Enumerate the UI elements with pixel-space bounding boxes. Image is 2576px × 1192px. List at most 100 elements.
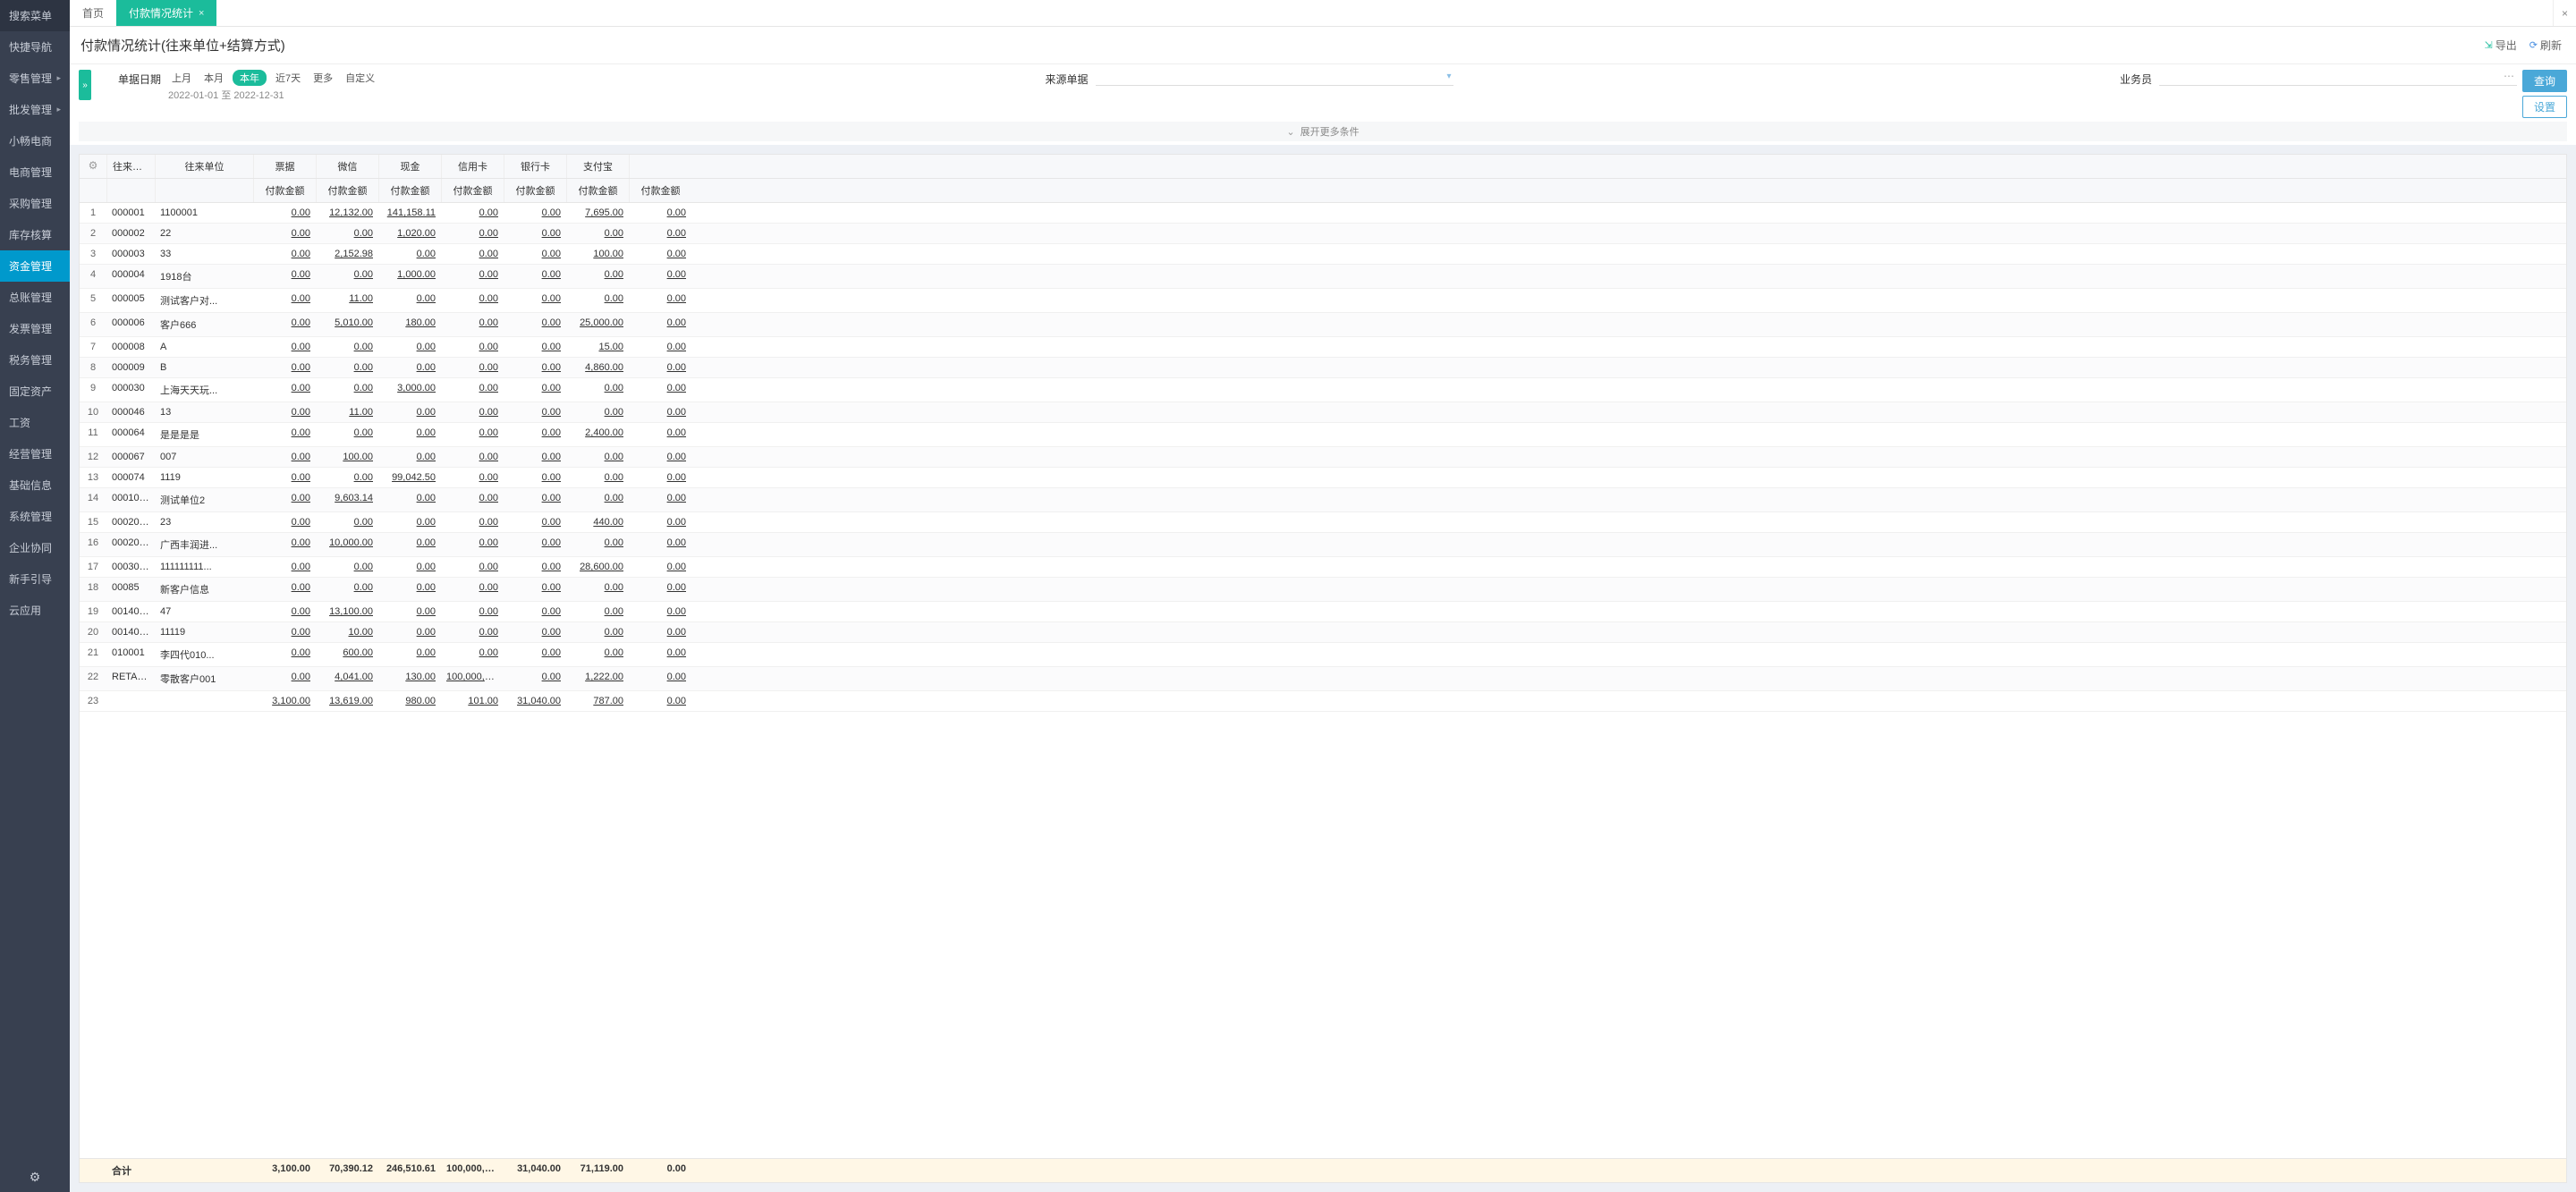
amount-cell[interactable]: 101.00	[441, 691, 504, 711]
amount-cell[interactable]: 4,860.00	[566, 358, 629, 377]
amount-cell[interactable]: 7,695.00	[566, 203, 629, 223]
amount-cell[interactable]: 0.00	[378, 337, 441, 357]
tab-close-icon[interactable]: ×	[199, 8, 204, 19]
amount-cell[interactable]: 0.00	[441, 423, 504, 446]
amount-cell[interactable]: 10,000.00	[316, 533, 378, 556]
amount-cell[interactable]: 0.00	[441, 358, 504, 377]
amount-cell[interactable]: 0.00	[504, 244, 566, 264]
amount-cell[interactable]: 0.00	[441, 402, 504, 422]
sidebar-settings[interactable]: ⚙	[0, 1162, 70, 1192]
amount-cell[interactable]: 0.00	[253, 378, 316, 402]
amount-cell[interactable]: 0.00	[253, 402, 316, 422]
amount-cell[interactable]: 0.00	[504, 378, 566, 402]
amount-cell[interactable]: 0.00	[378, 578, 441, 601]
amount-cell[interactable]: 0.00	[441, 203, 504, 223]
amount-cell[interactable]: 0.00	[504, 533, 566, 556]
amount-cell[interactable]: 0.00	[566, 488, 629, 511]
amount-cell[interactable]: 0.00	[629, 488, 691, 511]
table-row[interactable]: 5000005测试客户对...0.0011.000.000.000.000.00…	[80, 289, 2566, 313]
amount-cell[interactable]: 0.00	[441, 578, 504, 601]
amount-cell[interactable]: 100.00	[566, 244, 629, 264]
table-row[interactable]: 10000046130.0011.000.000.000.000.000.00	[80, 402, 2566, 423]
table-row[interactable]: 120000670070.00100.000.000.000.000.000.0…	[80, 447, 2566, 468]
amount-cell[interactable]: 0.00	[504, 224, 566, 243]
amount-cell[interactable]: 0.00	[441, 289, 504, 312]
date-chip-1[interactable]: 本月	[200, 70, 227, 86]
amount-cell[interactable]: 0.00	[629, 557, 691, 577]
amount-cell[interactable]: 787.00	[566, 691, 629, 711]
amount-cell[interactable]: 0.00	[504, 337, 566, 357]
amount-cell[interactable]: 0.00	[378, 447, 441, 467]
amount-cell[interactable]: 0.00	[316, 512, 378, 532]
amount-cell[interactable]: 0.00	[441, 622, 504, 642]
amount-cell[interactable]: 0.00	[504, 402, 566, 422]
amount-cell[interactable]: 1,222.00	[566, 667, 629, 690]
amount-cell[interactable]: 0.00	[253, 203, 316, 223]
amount-cell[interactable]: 3,100.00	[253, 691, 316, 711]
amount-cell[interactable]: 0.00	[629, 378, 691, 402]
amount-cell[interactable]: 0.00	[441, 447, 504, 467]
table-row[interactable]: 21010001李四代010...0.00600.000.000.000.000…	[80, 643, 2566, 667]
settings-button[interactable]: 设置	[2522, 96, 2567, 118]
amount-cell[interactable]: 0.00	[629, 643, 691, 666]
amount-cell[interactable]: 0.00	[629, 667, 691, 690]
amount-cell[interactable]: 0.00	[253, 488, 316, 511]
amount-cell[interactable]: 0.00	[629, 447, 691, 467]
amount-cell[interactable]: 0.00	[441, 602, 504, 621]
sidebar-item-4[interactable]: 小畅电商	[0, 125, 70, 156]
sidebar-item-5[interactable]: 电商管理	[0, 156, 70, 188]
amount-cell[interactable]: 0.00	[378, 602, 441, 621]
amount-cell[interactable]: 0.00	[378, 244, 441, 264]
amount-cell[interactable]: 0.00	[629, 313, 691, 336]
date-chip-4[interactable]: 更多	[309, 70, 336, 86]
table-row[interactable]: 1900140018470.0013,100.000.000.000.000.0…	[80, 602, 2566, 622]
amount-cell[interactable]: 0.00	[316, 578, 378, 601]
amount-cell[interactable]: 0.00	[566, 578, 629, 601]
sidebar-item-7[interactable]: 库存核算	[0, 219, 70, 250]
amount-cell[interactable]: 0.00	[378, 622, 441, 642]
amount-cell[interactable]: 0.00	[253, 313, 316, 336]
amount-cell[interactable]: 0.00	[253, 447, 316, 467]
amount-cell[interactable]: 0.00	[566, 468, 629, 487]
amount-cell[interactable]: 0.00	[441, 313, 504, 336]
amount-cell[interactable]: 0.00	[566, 447, 629, 467]
sidebar-item-6[interactable]: 采购管理	[0, 188, 70, 219]
amount-cell[interactable]: 0.00	[504, 447, 566, 467]
amount-cell[interactable]: 0.00	[566, 378, 629, 402]
amount-cell[interactable]: 11.00	[316, 402, 378, 422]
amount-cell[interactable]: 0.00	[316, 358, 378, 377]
date-chip-0[interactable]: 上月	[168, 70, 195, 86]
amount-cell[interactable]: 1,020.00	[378, 224, 441, 243]
amount-cell[interactable]: 0.00	[441, 643, 504, 666]
amount-cell[interactable]: 0.00	[504, 423, 566, 446]
amount-cell[interactable]: 0.00	[504, 488, 566, 511]
amount-cell[interactable]: 0.00	[378, 423, 441, 446]
amount-cell[interactable]: 0.00	[629, 265, 691, 288]
amount-cell[interactable]: 0.00	[378, 643, 441, 666]
date-chip-3[interactable]: 近7天	[272, 70, 304, 86]
amount-cell[interactable]: 0.00	[441, 557, 504, 577]
amount-cell[interactable]: 0.00	[316, 378, 378, 402]
amount-cell[interactable]: 10.00	[316, 622, 378, 642]
table-row[interactable]: 8000009B0.000.000.000.000.004,860.000.00	[80, 358, 2566, 378]
table-row[interactable]: 3000003330.002,152.980.000.000.00100.000…	[80, 244, 2566, 265]
amount-cell[interactable]: 0.00	[504, 289, 566, 312]
sidebar-item-3[interactable]: 批发管理▸	[0, 94, 70, 125]
table-settings-icon[interactable]: ⚙	[80, 155, 106, 178]
amount-cell[interactable]: 440.00	[566, 512, 629, 532]
amount-cell[interactable]: 0.00	[253, 358, 316, 377]
table-row[interactable]: 40000041918台0.000.001,000.000.000.000.00…	[80, 265, 2566, 289]
sidebar-item-14[interactable]: 经营管理	[0, 438, 70, 469]
amount-cell[interactable]: 0.00	[253, 512, 316, 532]
table-row[interactable]: 9000030上海天天玩...0.000.003,000.000.000.000…	[80, 378, 2566, 402]
amount-cell[interactable]: 5,010.00	[316, 313, 378, 336]
amount-cell[interactable]: 100.00	[316, 447, 378, 467]
amount-cell[interactable]: 0.00	[504, 512, 566, 532]
date-chip-2[interactable]: 本年	[233, 70, 267, 86]
sidebar-item-16[interactable]: 系统管理	[0, 501, 70, 532]
amount-cell[interactable]: 25,000.00	[566, 313, 629, 336]
amount-cell[interactable]: 0.00	[441, 378, 504, 402]
amount-cell[interactable]: 15.00	[566, 337, 629, 357]
amount-cell[interactable]: 0.00	[566, 622, 629, 642]
amount-cell[interactable]: 0.00	[253, 468, 316, 487]
